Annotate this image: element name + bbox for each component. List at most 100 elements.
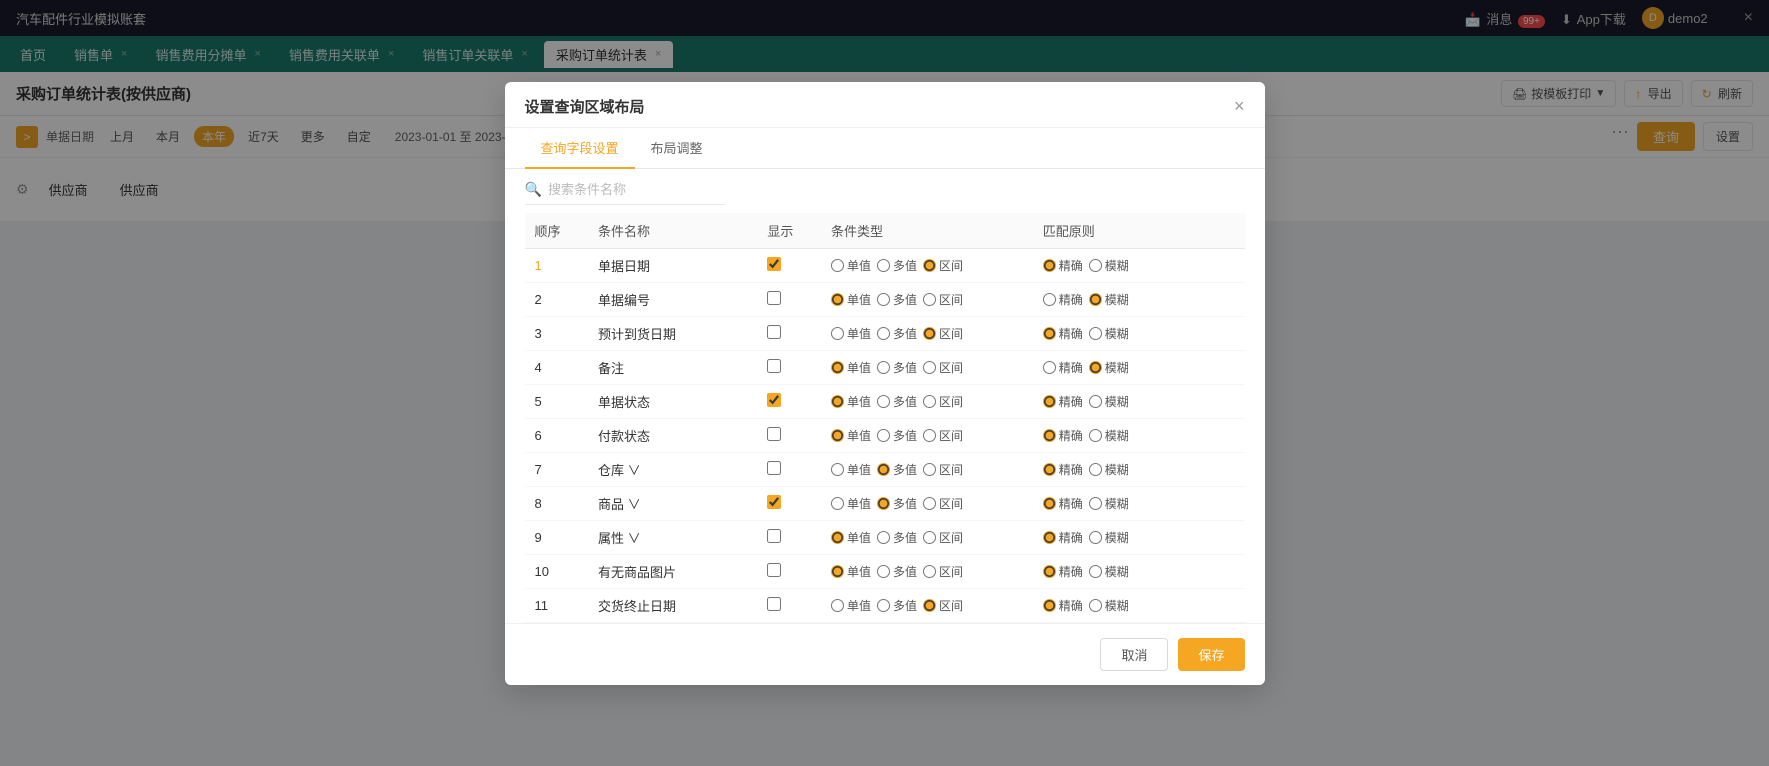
type-radio-input[interactable] [831,429,844,442]
match-radio-item[interactable]: 模糊 [1089,291,1129,308]
type-radio-input[interactable] [831,497,844,510]
type-radio-input[interactable] [831,463,844,476]
type-radio-item[interactable]: 区间 [923,495,963,512]
type-radio-input[interactable] [923,361,936,374]
type-radio-input[interactable] [923,463,936,476]
match-radio-item[interactable]: 精确 [1043,529,1083,546]
type-radio-input[interactable] [831,293,844,306]
type-radio-input[interactable] [877,531,890,544]
save-button[interactable]: 保存 [1178,638,1244,671]
type-radio-item[interactable]: 单值 [831,257,871,274]
show-checkbox[interactable] [767,291,781,305]
show-checkbox[interactable] [767,393,781,407]
match-radio-item[interactable]: 模糊 [1089,461,1129,478]
match-radio-item[interactable]: 精确 [1043,495,1083,512]
type-radio-item[interactable]: 单值 [831,325,871,342]
type-radio-input[interactable] [923,327,936,340]
match-radio-input[interactable] [1043,327,1056,340]
match-radio-input[interactable] [1043,259,1056,272]
match-radio-input[interactable] [1043,293,1056,306]
match-radio-input[interactable] [1043,565,1056,578]
match-radio-input[interactable] [1089,293,1102,306]
match-radio-input[interactable] [1089,463,1102,476]
type-radio-item[interactable]: 区间 [923,597,963,614]
type-radio-input[interactable] [877,259,890,272]
type-radio-item[interactable]: 区间 [923,427,963,444]
cancel-button[interactable]: 取消 [1100,638,1168,671]
match-radio-item[interactable]: 精确 [1043,359,1083,376]
show-checkbox[interactable] [767,495,781,509]
match-radio-item[interactable]: 模糊 [1089,257,1129,274]
type-radio-item[interactable]: 区间 [923,529,963,546]
match-radio-input[interactable] [1043,429,1056,442]
type-radio-item[interactable]: 区间 [923,461,963,478]
type-radio-item[interactable]: 单值 [831,461,871,478]
type-radio-input[interactable] [923,259,936,272]
type-radio-item[interactable]: 单值 [831,563,871,580]
type-radio-item[interactable]: 单值 [831,597,871,614]
match-radio-input[interactable] [1043,463,1056,476]
modal-close-button[interactable]: × [1234,97,1245,115]
type-radio-item[interactable]: 区间 [923,325,963,342]
show-checkbox[interactable] [767,427,781,441]
type-radio-item[interactable]: 单值 [831,393,871,410]
match-radio-item[interactable]: 模糊 [1089,563,1129,580]
type-radio-input[interactable] [877,565,890,578]
match-radio-item[interactable]: 精确 [1043,325,1083,342]
type-radio-item[interactable]: 单值 [831,291,871,308]
type-radio-item[interactable]: 多值 [877,325,917,342]
show-checkbox[interactable] [767,563,781,577]
type-radio-input[interactable] [831,361,844,374]
type-radio-item[interactable]: 区间 [923,393,963,410]
type-radio-input[interactable] [923,429,936,442]
type-radio-item[interactable]: 多值 [877,495,917,512]
show-checkbox[interactable] [767,597,781,611]
match-radio-input[interactable] [1043,497,1056,510]
modal-tab-layout[interactable]: 布局调整 [635,128,719,169]
match-radio-item[interactable]: 精确 [1043,461,1083,478]
match-radio-item[interactable]: 模糊 [1089,427,1129,444]
show-checkbox[interactable] [767,359,781,373]
match-radio-item[interactable]: 精确 [1043,291,1083,308]
match-radio-item[interactable]: 精确 [1043,257,1083,274]
type-radio-item[interactable]: 多值 [877,291,917,308]
type-radio-input[interactable] [877,361,890,374]
type-radio-input[interactable] [831,327,844,340]
type-radio-item[interactable]: 多值 [877,529,917,546]
type-radio-input[interactable] [923,395,936,408]
match-radio-input[interactable] [1089,531,1102,544]
type-radio-input[interactable] [831,259,844,272]
type-radio-input[interactable] [877,497,890,510]
type-radio-item[interactable]: 单值 [831,427,871,444]
type-radio-input[interactable] [923,497,936,510]
show-checkbox[interactable] [767,529,781,543]
type-radio-item[interactable]: 单值 [831,495,871,512]
match-radio-item[interactable]: 精确 [1043,597,1083,614]
type-radio-input[interactable] [923,599,936,612]
type-radio-item[interactable]: 多值 [877,359,917,376]
type-radio-item[interactable]: 单值 [831,529,871,546]
match-radio-input[interactable] [1089,497,1102,510]
match-radio-input[interactable] [1089,599,1102,612]
match-radio-item[interactable]: 精确 [1043,563,1083,580]
type-radio-input[interactable] [831,395,844,408]
type-radio-input[interactable] [877,293,890,306]
match-radio-input[interactable] [1043,599,1056,612]
type-radio-input[interactable] [831,599,844,612]
type-radio-input[interactable] [831,565,844,578]
show-checkbox[interactable] [767,257,781,271]
type-radio-item[interactable]: 区间 [923,291,963,308]
type-radio-item[interactable]: 区间 [923,359,963,376]
match-radio-input[interactable] [1089,361,1102,374]
match-radio-input[interactable] [1089,565,1102,578]
match-radio-item[interactable]: 模糊 [1089,495,1129,512]
match-radio-item[interactable]: 模糊 [1089,325,1129,342]
show-checkbox[interactable] [767,461,781,475]
type-radio-item[interactable]: 多值 [877,563,917,580]
match-radio-input[interactable] [1043,361,1056,374]
type-radio-item[interactable]: 区间 [923,563,963,580]
type-radio-input[interactable] [877,463,890,476]
type-radio-item[interactable]: 多值 [877,461,917,478]
modal-tab-query-fields[interactable]: 查询字段设置 [525,128,635,169]
type-radio-item[interactable]: 区间 [923,257,963,274]
